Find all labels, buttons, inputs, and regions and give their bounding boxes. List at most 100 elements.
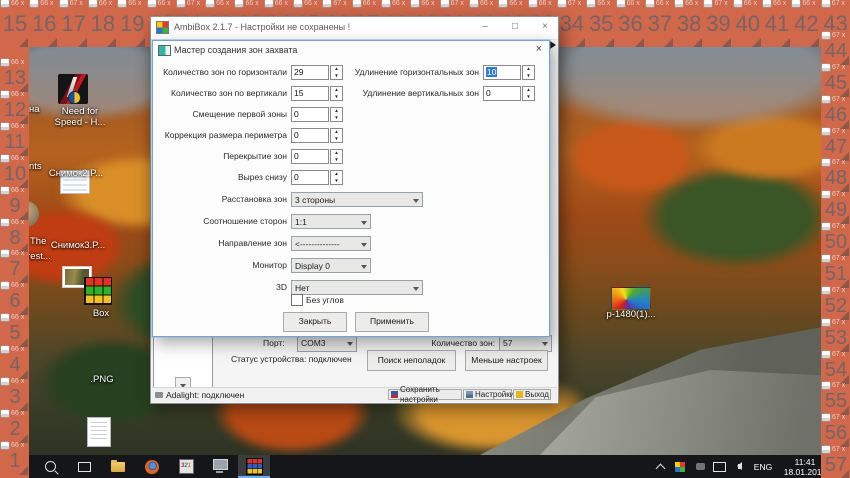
zone-resize-handle[interactable] bbox=[722, 38, 732, 47]
desktop-icon-p-1480[interactable] bbox=[611, 287, 651, 310]
tray-volume[interactable] bbox=[733, 455, 749, 478]
zone-thumb-icon bbox=[675, 0, 684, 7]
desktop-icon-ambibox-shortcut[interactable] bbox=[84, 277, 112, 305]
minimize-button[interactable]: – bbox=[472, 17, 498, 39]
zone-thumb-icon bbox=[206, 0, 215, 7]
spin-down-icon[interactable]: ▼ bbox=[331, 136, 342, 143]
zone-size-text: 66 x bbox=[40, 0, 54, 7]
taskbar-button-search[interactable] bbox=[34, 455, 66, 478]
taskbar-button-ambibox[interactable] bbox=[238, 455, 270, 478]
zone-resize-handle[interactable] bbox=[663, 38, 673, 47]
taskbar-button-my-computer[interactable] bbox=[204, 455, 236, 478]
exit-icon bbox=[516, 391, 523, 398]
number-input[interactable]: 15 bbox=[291, 86, 329, 101]
zone-resize-handle[interactable] bbox=[575, 38, 585, 47]
zone-resize-handle[interactable] bbox=[19, 38, 28, 47]
spin-down-icon[interactable]: ▼ bbox=[331, 115, 342, 122]
spinner-control[interactable]: ▲ ▼ bbox=[522, 86, 535, 101]
exit-button[interactable]: Выход bbox=[513, 389, 551, 400]
save-settings-button[interactable]: Сохранить настройки bbox=[388, 385, 462, 404]
zone-resize-handle[interactable] bbox=[810, 38, 820, 47]
dialog-close-icon[interactable]: × bbox=[536, 43, 542, 55]
number-input[interactable]: 0 bbox=[291, 149, 329, 164]
spin-down-icon[interactable]: ▼ bbox=[331, 157, 342, 164]
zone-size-text: 66 x bbox=[11, 282, 25, 290]
dropdown-select[interactable]: <-------------- bbox=[291, 236, 371, 251]
desktop-icon-png-file[interactable] bbox=[87, 417, 111, 447]
number-input[interactable]: 0 bbox=[291, 170, 329, 185]
zone-size-label: 67 x bbox=[323, 0, 347, 7]
spinner-control[interactable]: ▲ ▼ bbox=[330, 107, 343, 122]
dialog-titlebar[interactable]: Мастер создания зон захвата × bbox=[153, 41, 549, 59]
close-dialog-button[interactable]: Закрыть bbox=[283, 312, 347, 332]
tray-expand-button[interactable] bbox=[652, 455, 668, 478]
zone-size-text: 66 x bbox=[11, 314, 25, 322]
desktop-icon-need-for-speed[interactable] bbox=[58, 74, 88, 104]
scroll-right-icon[interactable] bbox=[550, 41, 560, 49]
close-button[interactable]: × bbox=[532, 17, 558, 39]
number-input[interactable]: 0 bbox=[291, 107, 329, 122]
zone-number: 17 bbox=[61, 11, 86, 36]
spin-down-icon[interactable]: ▼ bbox=[331, 178, 342, 185]
taskbar-button-klite[interactable]: 321 bbox=[170, 455, 202, 478]
zone-resize-handle[interactable] bbox=[605, 38, 615, 47]
field-label: Удлинение горизонтальных зон bbox=[354, 67, 479, 77]
tray-network[interactable] bbox=[711, 455, 727, 478]
zone-resize-handle[interactable] bbox=[106, 38, 116, 47]
zone-number: 38 bbox=[676, 11, 702, 36]
tray-app[interactable] bbox=[692, 455, 708, 478]
tray-ambibox[interactable] bbox=[672, 455, 688, 478]
zone-number: 41 bbox=[764, 11, 790, 36]
number-input[interactable]: 29 bbox=[291, 65, 329, 80]
zone-thumb-icon bbox=[30, 0, 39, 7]
main-titlebar[interactable]: AmbiBox 2.1.7 - Настройки не сохранены !… bbox=[151, 17, 558, 40]
zone-size-text: 66 x bbox=[216, 0, 230, 7]
apply-button[interactable]: Применить bbox=[355, 312, 429, 332]
zone-size-label: 67 x bbox=[176, 0, 200, 7]
zone-size-label: 66 x bbox=[733, 0, 757, 7]
troubleshoot-button[interactable]: Поиск неполадок bbox=[367, 350, 456, 371]
tray-language[interactable]: ENG bbox=[751, 455, 775, 478]
number-input[interactable]: 10 bbox=[483, 65, 521, 80]
zone-resize-handle[interactable] bbox=[693, 38, 703, 47]
settings-button[interactable]: Настройки bbox=[463, 389, 514, 400]
zone-size-text: 66 x bbox=[157, 0, 171, 7]
spinner-control[interactable]: ▲ ▼ bbox=[330, 128, 343, 143]
zone-thumb-icon bbox=[821, 0, 830, 7]
no-corners-checkbox[interactable] bbox=[291, 294, 303, 306]
zone-resize-handle[interactable] bbox=[48, 38, 58, 47]
dropdown-select[interactable]: 1:1 bbox=[291, 214, 371, 229]
profile-listbox[interactable] bbox=[153, 331, 213, 390]
zone-resize-handle[interactable] bbox=[751, 38, 761, 47]
zone-resize-handle[interactable] bbox=[634, 38, 644, 47]
dropdown-select[interactable]: Display 0 bbox=[291, 258, 371, 273]
taskbar-button-firefox[interactable] bbox=[136, 455, 168, 478]
number-input[interactable]: 0 bbox=[291, 128, 329, 143]
zone-resize-handle[interactable] bbox=[136, 38, 146, 47]
zone-thumb-icon bbox=[499, 0, 508, 7]
spin-down-icon[interactable]: ▼ bbox=[523, 94, 534, 101]
zone-resize-handle[interactable] bbox=[781, 38, 791, 47]
spinner-control[interactable]: ▲ ▼ bbox=[330, 170, 343, 185]
spinner-control[interactable]: ▲ ▼ bbox=[522, 65, 535, 80]
zone-size-label: 66 x bbox=[1, 218, 25, 226]
number-input[interactable]: 0 bbox=[483, 86, 521, 101]
zone-size-text: 66 x bbox=[11, 218, 25, 226]
port-select[interactable]: COM3 bbox=[297, 335, 357, 352]
dropdown-select[interactable]: 3 стороны bbox=[291, 192, 423, 207]
less-settings-button[interactable]: Меньше настроек bbox=[465, 350, 548, 371]
zone-size-text: 67 x bbox=[832, 191, 846, 199]
field-label: 3D bbox=[276, 282, 287, 292]
spinner-control[interactable]: ▲ ▼ bbox=[330, 149, 343, 164]
zone-size-label: 67 x bbox=[822, 32, 845, 39]
taskbar-button-task-view[interactable] bbox=[68, 455, 100, 478]
zone-number: 42 bbox=[794, 11, 819, 36]
zone-resize-handle[interactable] bbox=[840, 470, 849, 478]
zone-thumb-icon bbox=[118, 0, 127, 7]
taskbar-button-file-explorer[interactable] bbox=[102, 455, 134, 478]
maximize-button[interactable]: □ bbox=[502, 17, 528, 39]
spin-down-icon[interactable]: ▼ bbox=[523, 73, 534, 80]
dropdown-select[interactable]: Нет bbox=[291, 280, 423, 295]
zone-resize-handle[interactable] bbox=[19, 465, 28, 475]
zone-resize-handle[interactable] bbox=[77, 38, 87, 47]
